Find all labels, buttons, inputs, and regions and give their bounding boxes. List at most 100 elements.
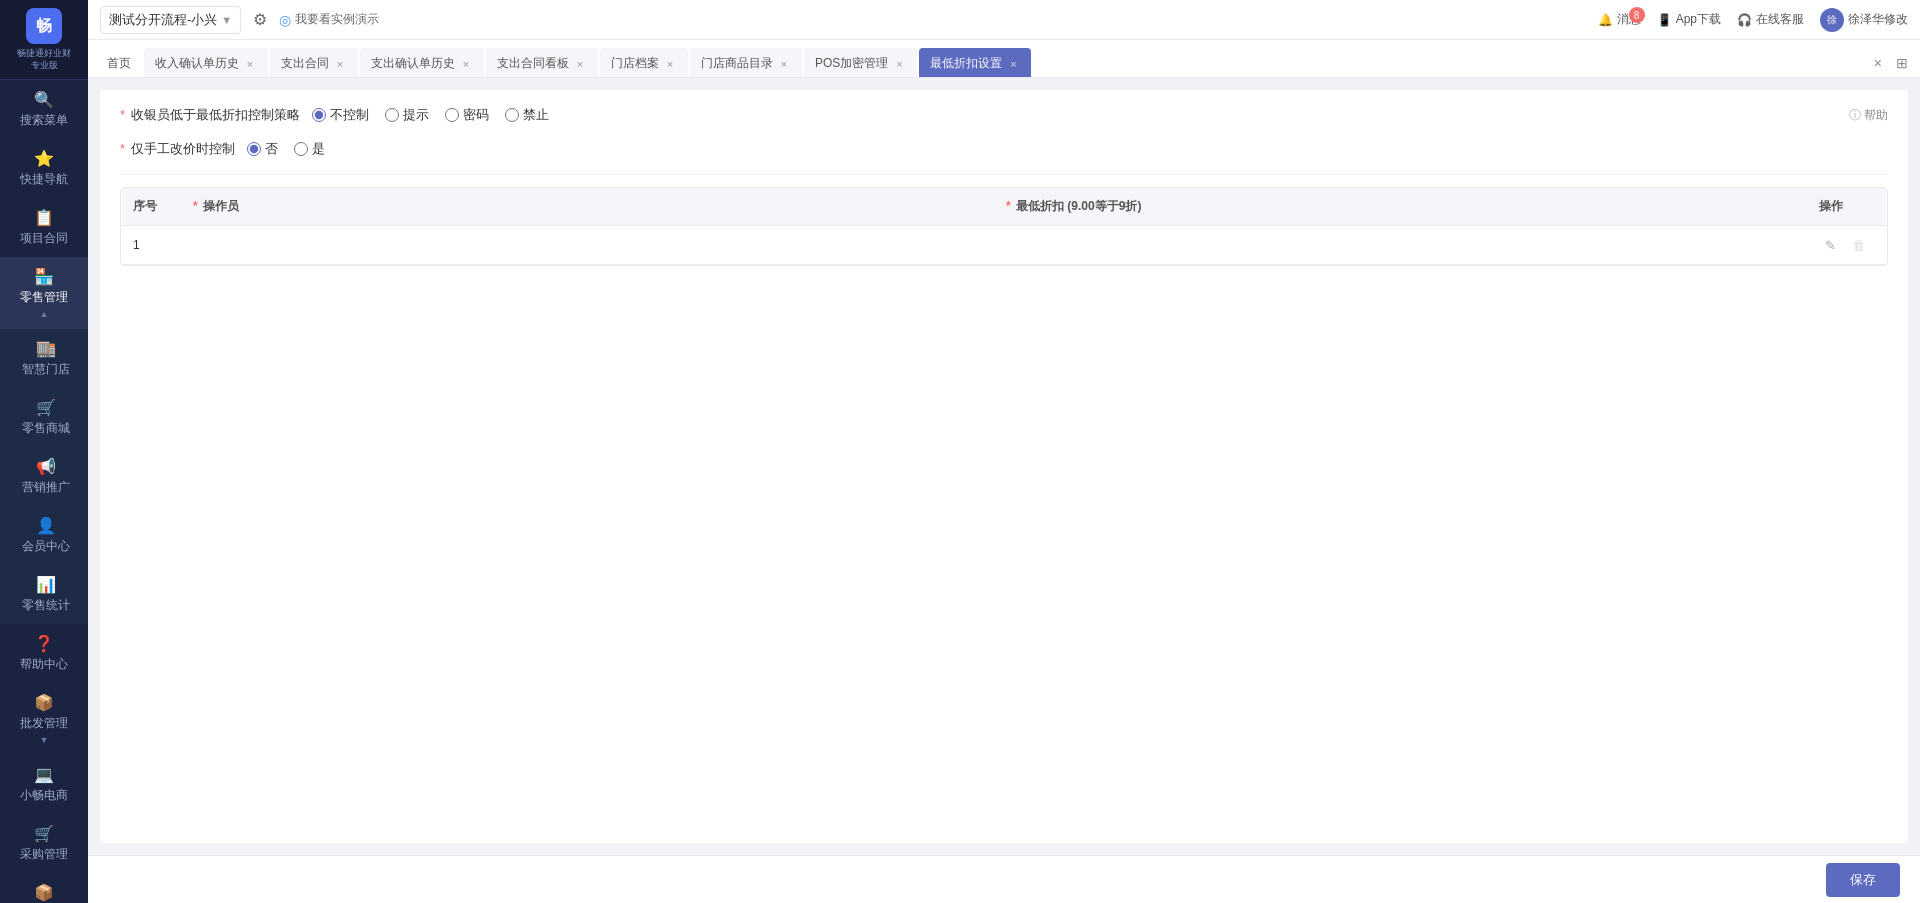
ecom-icon: 💻 (34, 765, 54, 784)
th-seq: 序号 (121, 188, 181, 225)
tab-store-goods[interactable]: 门店商品目录 × (690, 48, 802, 78)
sidebar-item-retail-mall[interactable]: 🛒 零售商城 (0, 388, 88, 447)
mall-icon: 🛒 (36, 398, 56, 417)
tab-close-pos-lock[interactable]: × (892, 57, 906, 71)
topbar: 测试分开流程-小兴 ▼ ⚙ ◎ 我要看实例演示 🔔 消息 8 📱 App下载 🎧… (88, 0, 1920, 40)
table-row: 1 ✎ 🗑 (121, 226, 1887, 265)
tab-pos-lock[interactable]: POS加密管理 × (804, 48, 917, 78)
tab-payment-confirm-history[interactable]: 支出确认单历史 × (360, 48, 484, 78)
table-header: 序号 * 操作员 * 最低折扣 (9.00等于9折) 操作 (121, 188, 1887, 226)
tabs-controls: × ⊞ (1870, 53, 1912, 77)
tab-income-history[interactable]: 收入确认单历史 × (144, 48, 268, 78)
avatar: 徐 (1820, 8, 1844, 32)
td-seq: 1 (121, 226, 181, 264)
edit-row-button[interactable]: ✎ (1819, 234, 1841, 256)
demo-button[interactable]: ◎ 我要看实例演示 (279, 11, 379, 28)
sidebar-item-purchase[interactable]: 🛒 采购管理 (0, 814, 88, 873)
radio-no[interactable]: 否 (247, 140, 278, 158)
bell-icon: 🔔 (1598, 13, 1613, 27)
tab-close-min-discount[interactable]: × (1006, 57, 1020, 71)
sidebar-item-member[interactable]: 👤 会员中心 (0, 506, 88, 565)
chevron-down-icon: ▲ (40, 309, 49, 319)
page-panel: * 收银员低于最低折扣控制策略 不控制 提示 (100, 90, 1908, 843)
project-selector[interactable]: 测试分开流程-小兴 ▼ (100, 6, 241, 34)
question-icon: ⓘ (1849, 107, 1861, 124)
sidebar-item-wholesale[interactable]: 📦 批发管理 ▼ (0, 683, 88, 755)
app-download-button[interactable]: 📱 App下载 (1657, 11, 1721, 28)
project-name: 测试分开流程-小兴 (109, 11, 217, 29)
demo-icon: ◎ (279, 12, 291, 28)
sidebar-item-help[interactable]: ❓ 帮助中心 (0, 624, 88, 683)
tab-home[interactable]: 首页 (96, 48, 142, 78)
user-profile-button[interactable]: 徐 徐泽华修改 (1820, 8, 1908, 32)
sidebar-item-inventory[interactable]: 📦 库存核算 (0, 873, 88, 903)
chevron-down-icon2: ▼ (40, 735, 49, 745)
user-icon: 👤 (36, 516, 56, 535)
radio-ban[interactable]: 禁止 (505, 106, 549, 124)
tab-payment-contract-board[interactable]: 支出合同看板 × (486, 48, 598, 78)
headset-icon: 🎧 (1737, 13, 1752, 27)
sidebar-logo: 畅 畅捷通好业财 专业版 (0, 0, 88, 80)
policy-radio-group: 不控制 提示 密码 禁止 (312, 106, 549, 124)
logo-icon: 畅 (26, 8, 62, 44)
sidebar-item-retail-stat[interactable]: 📊 零售统计 (0, 565, 88, 624)
data-table: 序号 * 操作员 * 最低折扣 (9.00等于9折) 操作 1 (120, 187, 1888, 266)
clipboard-icon: 📋 (34, 208, 54, 227)
sidebar-item-smart-store[interactable]: 🏬 智慧门店 (0, 329, 88, 388)
delete-row-button[interactable]: 🗑 (1847, 234, 1869, 256)
radio-yes-input[interactable] (294, 142, 308, 156)
sidebar-item-retail[interactable]: 🏪 零售管理 ▲ (0, 257, 88, 329)
settings-button[interactable]: ⚙ (249, 6, 271, 33)
form-row-manual: * 仅手工改价时控制 否 是 (120, 140, 1888, 158)
td-operator (181, 226, 994, 264)
sidebar-item-project[interactable]: 📋 项目合同 (0, 198, 88, 257)
save-button[interactable]: 保存 (1826, 863, 1900, 897)
sidebar-item-ecom[interactable]: 💻 小畅电商 (0, 755, 88, 814)
sidebar-item-shortcut[interactable]: ⭐ 快捷导航 (0, 139, 88, 198)
radio-password-input[interactable] (445, 108, 459, 122)
th-min-discount: * 最低折扣 (9.00等于9折) (994, 188, 1807, 225)
radio-yes[interactable]: 是 (294, 140, 325, 158)
close-tab-button[interactable]: × (1870, 53, 1886, 73)
megaphone-icon: 📢 (36, 457, 56, 476)
online-service-button[interactable]: 🎧 在线客服 (1737, 11, 1804, 28)
content-area: * 收银员低于最低折扣控制策略 不控制 提示 (88, 78, 1920, 855)
dropdown-arrow-icon: ▼ (221, 14, 232, 26)
help-button[interactable]: ⓘ 帮助 (1849, 107, 1888, 124)
star-icon: ⭐ (34, 149, 54, 168)
tab-close-payment-contract[interactable]: × (333, 57, 347, 71)
radio-no-control-input[interactable] (312, 108, 326, 122)
radio-no-control[interactable]: 不控制 (312, 106, 369, 124)
purchase-icon: 🛒 (34, 824, 54, 843)
radio-hint-input[interactable] (385, 108, 399, 122)
tab-close-income-history[interactable]: × (243, 57, 257, 71)
search-icon: 🔍 (34, 90, 54, 109)
mobile-icon: 📱 (1657, 13, 1672, 27)
radio-ban-input[interactable] (505, 108, 519, 122)
form-row-policy: * 收银员低于最低折扣控制策略 不控制 提示 (120, 106, 1888, 124)
radio-hint[interactable]: 提示 (385, 106, 429, 124)
box-icon: 📦 (34, 693, 54, 712)
expand-tab-button[interactable]: ⊞ (1892, 53, 1912, 73)
store-icon: 🏪 (34, 267, 54, 286)
sidebar-item-search[interactable]: 🔍 搜索菜单 (0, 80, 88, 139)
radio-password[interactable]: 密码 (445, 106, 489, 124)
tab-store-file[interactable]: 门店档案 × (600, 48, 688, 78)
tab-close-contract-board[interactable]: × (573, 57, 587, 71)
tab-close-store-file[interactable]: × (663, 57, 677, 71)
chart-icon: 📊 (36, 575, 56, 594)
tab-close-payment-confirm[interactable]: × (459, 57, 473, 71)
tab-close-store-goods[interactable]: × (777, 57, 791, 71)
td-min-discount (994, 226, 1807, 264)
policy-label: * 收银员低于最低折扣控制策略 (120, 106, 300, 124)
tabs-bar: 首页 收入确认单历史 × 支出合同 × 支出确认单历史 × 支出合同看板 × 门… (88, 40, 1920, 78)
tab-payment-contract[interactable]: 支出合同 × (270, 48, 358, 78)
manual-label: * 仅手工改价时控制 (120, 140, 235, 158)
main-area: 测试分开流程-小兴 ▼ ⚙ ◎ 我要看实例演示 🔔 消息 8 📱 App下载 🎧… (88, 0, 1920, 903)
sidebar-item-marketing[interactable]: 📢 营销推广 (0, 447, 88, 506)
td-action: ✎ 🗑 (1807, 226, 1887, 264)
message-button[interactable]: 🔔 消息 8 (1598, 11, 1641, 28)
tab-min-discount[interactable]: 最低折扣设置 × (919, 48, 1031, 78)
radio-no-input[interactable] (247, 142, 261, 156)
th-action: 操作 (1807, 188, 1887, 225)
